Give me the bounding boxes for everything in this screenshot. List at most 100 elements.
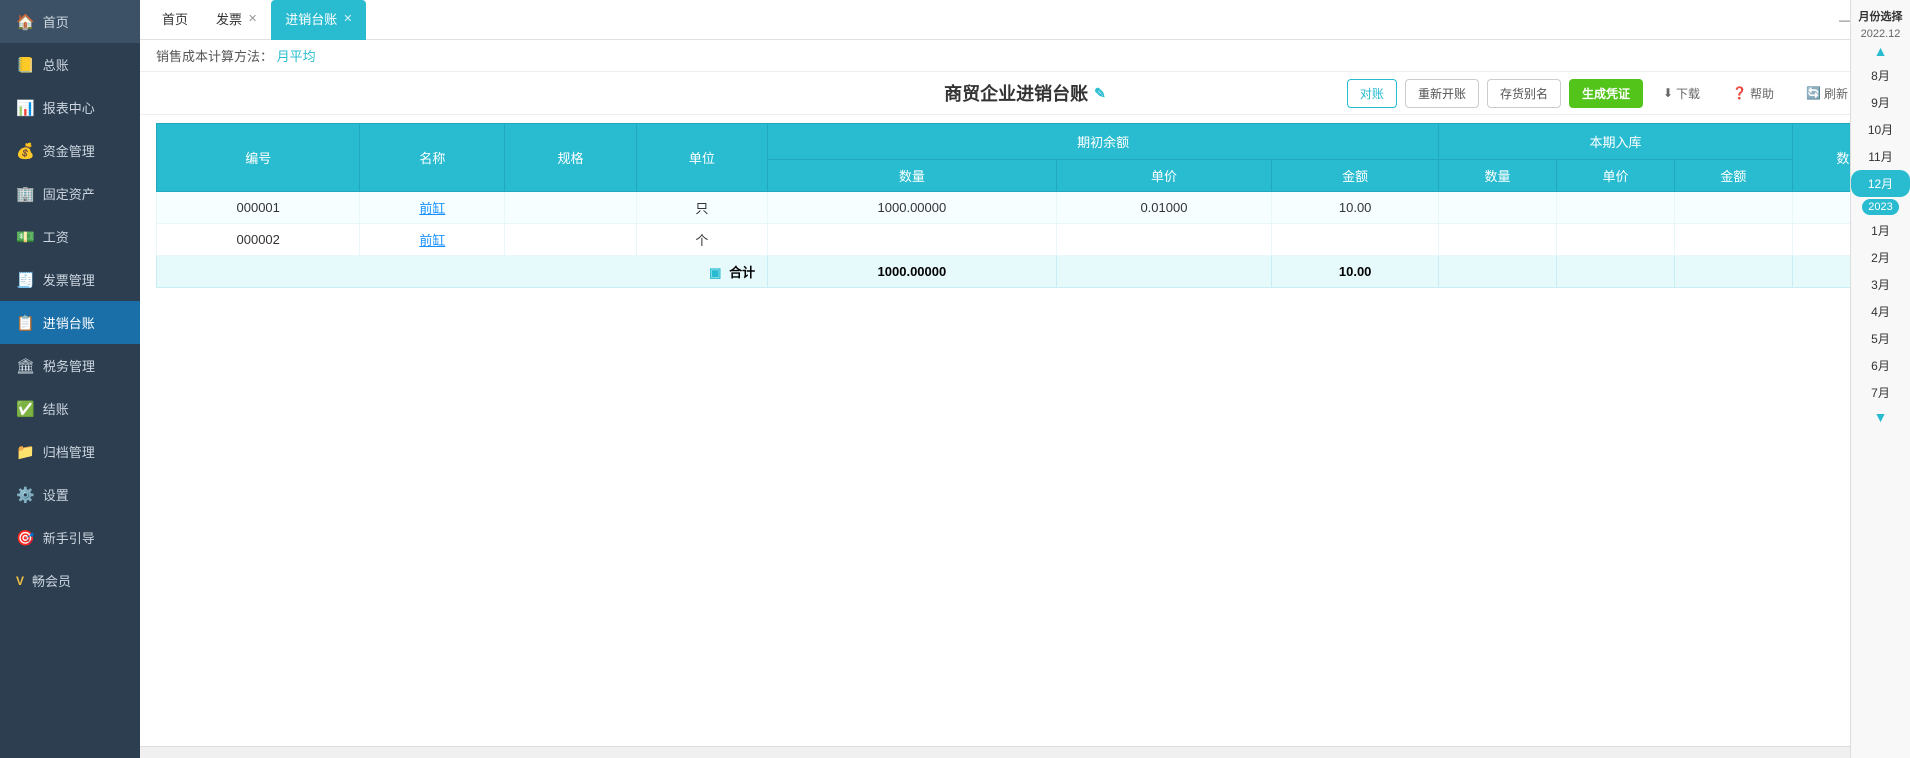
sidebar-label-home: 首页: [43, 12, 69, 31]
tab-purchase-sales-close[interactable]: ✕: [343, 12, 352, 25]
reopen-button[interactable]: 重新开账: [1405, 79, 1479, 108]
sidebar-item-purchase-sales[interactable]: 📋 进销台账: [0, 301, 140, 344]
sidebar-item-reports[interactable]: 📊 报表中心: [0, 86, 140, 129]
tab-home[interactable]: 首页: [148, 0, 202, 40]
cost-method-label: 销售成本计算方法： 月平均: [156, 46, 1894, 65]
sidebar-label-invoice-mgmt: 发票管理: [43, 270, 95, 289]
sidebar-item-tax[interactable]: 🏛 税务管理: [0, 344, 140, 387]
sidebar-item-closing[interactable]: ✅ 结账: [0, 387, 140, 430]
total-in-qty: [1439, 256, 1557, 288]
cost-method-value: 月平均: [277, 49, 316, 64]
table-row: 000001 前缸 只 1000.00000 0.01000 10.00: [157, 192, 1894, 224]
sidebar-label-guide: 新手引导: [43, 528, 95, 547]
total-open-unit-price: [1056, 256, 1272, 288]
col-code: 编号: [157, 124, 360, 192]
cell-in-unit-price: [1557, 224, 1675, 256]
cell-open-qty: 1000.00000: [768, 192, 1057, 224]
sidebar-item-capital[interactable]: 💰 资金管理: [0, 129, 140, 172]
tab-home-label: 首页: [162, 9, 188, 28]
ledger-icon: 📒: [16, 56, 35, 74]
sidebar-item-archive[interactable]: 📁 归档管理: [0, 430, 140, 473]
page-header: 商贸企业进销台账 ✎ 对账 重新开账 存货别名 生成凭证 ⬇ 下载 ❓ 帮助 🔄…: [140, 72, 1910, 115]
month-panel-up[interactable]: ▲: [1871, 40, 1891, 62]
month-8[interactable]: 8月: [1851, 62, 1910, 89]
sidebar-item-settings[interactable]: ⚙️ 设置: [0, 473, 140, 516]
cell-open-qty: [768, 224, 1057, 256]
col-open-amount: 金额: [1272, 160, 1439, 192]
cell-open-amount: 10.00: [1272, 192, 1439, 224]
table-header-row: 编号 名称 规格 单位 期初余额 本期入库 数: [157, 124, 1894, 160]
sidebar-item-assets[interactable]: 🏢 固定资产: [0, 172, 140, 215]
month-2023-3[interactable]: 3月: [1851, 271, 1910, 298]
sidebar-label-tax: 税务管理: [43, 356, 95, 375]
sidebar-label-settings: 设置: [43, 485, 69, 504]
reconcile-button[interactable]: 对账: [1347, 79, 1397, 108]
cell-name[interactable]: 前缸: [360, 192, 505, 224]
month-9[interactable]: 9月: [1851, 89, 1910, 116]
help-button[interactable]: ❓ 帮助: [1720, 80, 1786, 107]
month-panel-title: 月份选择: [1857, 4, 1905, 28]
month-panel-down[interactable]: ▼: [1871, 406, 1891, 428]
sidebar-label-ledger: 总账: [43, 55, 69, 74]
cell-code: 000001: [157, 192, 360, 224]
toolbar: 销售成本计算方法： 月平均: [140, 40, 1910, 72]
table-wrapper: 编号 名称 规格 单位 期初余额 本期入库 数 数量 单价 金额 数量 单价 金…: [140, 115, 1910, 746]
sidebar-label-archive: 归档管理: [43, 442, 95, 461]
tab-invoice-close[interactable]: ✕: [248, 12, 257, 25]
cell-open-unit-price: 0.01000: [1056, 192, 1272, 224]
sidebar-item-invoice-mgmt[interactable]: 🧾 发票管理: [0, 258, 140, 301]
col-in-qty: 数量: [1439, 160, 1557, 192]
month-2023-2[interactable]: 2月: [1851, 244, 1910, 271]
col-current-in: 本期入库: [1439, 124, 1793, 160]
sidebar-item-member[interactable]: V 畅会员: [0, 559, 140, 602]
total-in-amount: [1674, 256, 1792, 288]
sidebar-label-reports: 报表中心: [43, 98, 95, 117]
month-2023-6[interactable]: 6月: [1851, 352, 1910, 379]
sidebar-item-home[interactable]: 🏠 首页: [0, 0, 140, 43]
cell-spec: [505, 192, 636, 224]
save-alias-button[interactable]: 存货别名: [1487, 79, 1561, 108]
month-2023-4[interactable]: 4月: [1851, 298, 1910, 325]
refresh-icon: 🔄: [1806, 86, 1821, 100]
home-icon: 🏠: [16, 13, 35, 31]
main-table: 编号 名称 规格 单位 期初余额 本期入库 数 数量 单价 金额 数量 单价 金…: [156, 123, 1894, 288]
month-2023-5[interactable]: 5月: [1851, 325, 1910, 352]
cell-open-unit-price: [1056, 224, 1272, 256]
month-2023-7[interactable]: 7月: [1851, 379, 1910, 406]
year-2023-badge: 2023: [1862, 199, 1898, 215]
sidebar-item-guide[interactable]: 🎯 新手引导: [0, 516, 140, 559]
generate-voucher-button[interactable]: 生成凭证: [1569, 79, 1643, 108]
cell-spec: [505, 224, 636, 256]
assets-icon: 🏢: [16, 185, 35, 203]
col-spec: 规格: [505, 124, 636, 192]
tax-icon: 🏛: [16, 357, 35, 375]
download-button[interactable]: ⬇ 下载: [1651, 80, 1712, 107]
tab-purchase-sales[interactable]: 进销台账 ✕: [271, 0, 366, 40]
col-opening-balance: 期初余额: [768, 124, 1439, 160]
sidebar-item-salary[interactable]: 💵 工资: [0, 215, 140, 258]
month-2023-1[interactable]: 1月: [1851, 217, 1910, 244]
tab-invoice[interactable]: 发票 ✕: [202, 0, 271, 40]
scrollbar-area[interactable]: [140, 746, 1910, 758]
sidebar-label-closing: 结账: [43, 399, 69, 418]
page-title: 商贸企业进销台账 ✎: [944, 80, 1106, 106]
month-11[interactable]: 11月: [1851, 143, 1910, 170]
sidebar-label-member: 畅会员: [32, 571, 71, 590]
tab-invoice-label: 发票: [216, 9, 242, 28]
total-label: ▣ 合计: [157, 256, 768, 288]
cell-unit: 个: [636, 224, 767, 256]
month-10[interactable]: 10月: [1851, 116, 1910, 143]
archive-icon: 📁: [16, 443, 35, 461]
year-2022-label: 2022.12: [1861, 28, 1901, 40]
cell-unit: 只: [636, 192, 767, 224]
cell-name[interactable]: 前缸: [360, 224, 505, 256]
sidebar-label-capital: 资金管理: [43, 141, 95, 160]
total-open-amount: 10.00: [1272, 256, 1439, 288]
col-in-unit-price: 单价: [1557, 160, 1675, 192]
cell-open-amount: [1272, 224, 1439, 256]
edit-title-icon[interactable]: ✎: [1094, 85, 1106, 102]
cell-in-unit-price: [1557, 192, 1675, 224]
capital-icon: 💰: [16, 142, 35, 160]
sidebar-item-ledger[interactable]: 📒 总账: [0, 43, 140, 86]
month-12[interactable]: 12月: [1851, 170, 1910, 197]
